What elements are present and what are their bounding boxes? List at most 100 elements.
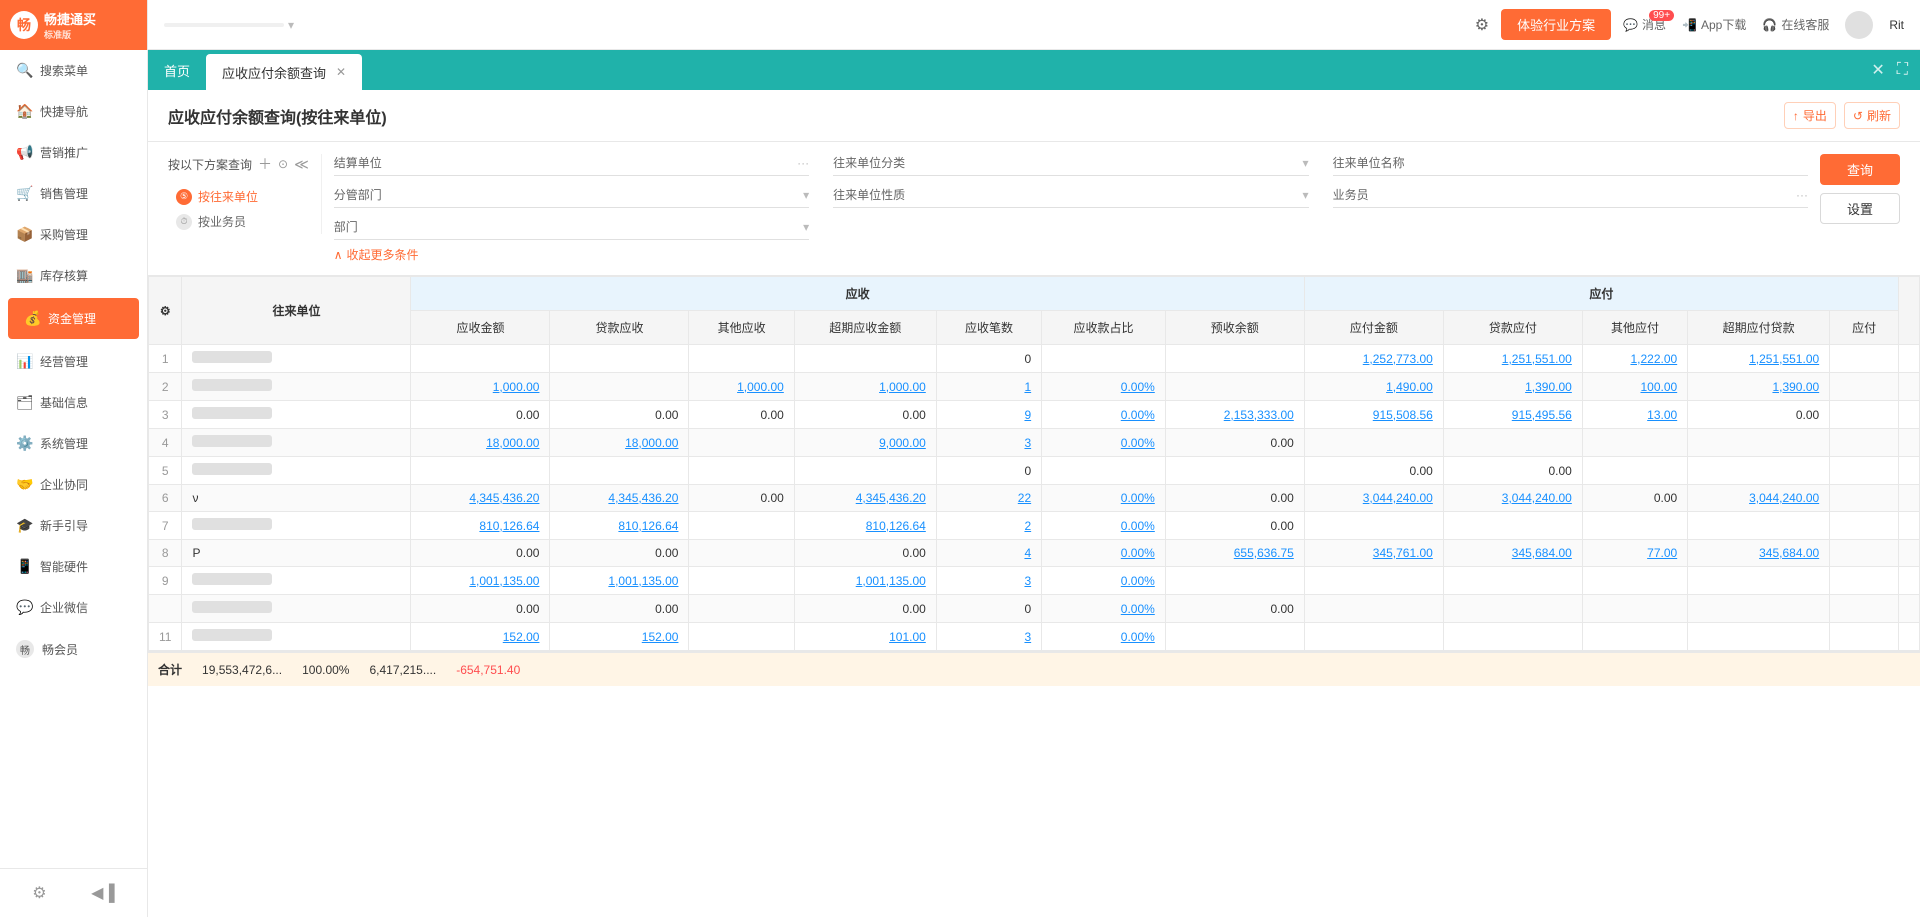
refresh-button[interactable]: ↺ 刷新 [1844,102,1900,129]
table-cell[interactable]: 100.00 [1582,373,1687,401]
table-row[interactable]: 101,252,773.001,251,551.001,222.001,251,… [149,345,1920,373]
table-cell[interactable]: 0.00% [1042,429,1166,457]
table-cell[interactable]: 9,000.00 [794,429,936,457]
industry-solution-button[interactable]: 体验行业方案 [1501,9,1611,40]
add-scheme-button[interactable]: ＋ [258,154,272,174]
filter-option-by-unit[interactable]: ⑤ 按往来单位 [168,184,309,209]
category-chevron-icon[interactable]: ▾ [1303,156,1309,170]
scheme-settings-icon[interactable]: ⊙ [278,157,288,171]
tab-balance[interactable]: 应收应付余额查询 ✕ [206,54,362,90]
sidebar-item-member[interactable]: 畅 畅会员 [0,628,147,670]
table-cell[interactable]: 3,044,240.00 [1443,485,1582,512]
tab-close-icon[interactable]: ✕ [336,65,346,79]
table-cell[interactable]: 4 [936,540,1041,567]
online-service-button[interactable]: 🎧 在线客服 [1762,16,1829,33]
tab-home[interactable]: 首页 [148,50,206,90]
sidebar-item-collab[interactable]: 🤝 企业协同 [0,464,147,505]
message-button[interactable]: 💬 消息 99+ [1623,16,1666,33]
table-cell[interactable]: 1,251,551.00 [1443,345,1582,373]
tab-expand-icon[interactable]: ⛶ [1897,61,1908,79]
sidebar-item-wechat[interactable]: 💬 企业微信 [0,587,147,628]
app-download-button[interactable]: 📲 App下载 [1682,16,1746,33]
table-cell[interactable]: 1,001,135.00 [794,567,936,595]
sidebar-item-system[interactable]: ⚙️ 系统管理 [0,423,147,464]
export-button[interactable]: ↑ 导出 [1784,102,1836,129]
table-cell[interactable]: 1,000.00 [689,373,794,401]
table-cell[interactable]: 0.00% [1042,540,1166,567]
table-cell[interactable]: 0.00% [1042,512,1166,540]
table-cell[interactable]: 152.00 [550,623,689,651]
table-cell[interactable]: 22 [936,485,1041,512]
tab-close-all-icon[interactable]: ✕ [1871,60,1884,80]
table-cell[interactable]: 1,390.00 [1443,373,1582,401]
table-cell[interactable]: 0.00% [1042,623,1166,651]
settings-gear-icon[interactable]: ⚙ [1475,15,1489,35]
table-cell[interactable]: 1,390.00 [1688,373,1830,401]
table-cell[interactable]: 915,495.56 [1443,401,1582,429]
username[interactable]: Rit [1889,18,1904,32]
table-cell[interactable]: 3 [936,623,1041,651]
table-row[interactable]: 30.000.000.000.0090.00%2,153,333.00915,5… [149,401,1920,429]
sidebar-settings-button[interactable]: ⚙ [28,879,50,907]
sidebar-item-finance[interactable]: 💰 资金管理 [8,298,139,339]
company-input[interactable] [390,156,789,170]
sidebar-item-marketing[interactable]: 📢 营销推广 [0,132,147,173]
table-cell[interactable]: 345,684.00 [1688,540,1830,567]
table-cell[interactable]: 655,636.75 [1165,540,1304,567]
table-cell[interactable]: 18,000.00 [411,429,550,457]
table-cell[interactable]: 2,153,333.00 [1165,401,1304,429]
table-cell[interactable]: 1,251,551.00 [1688,345,1830,373]
table-cell[interactable]: 3,044,240.00 [1304,485,1443,512]
table-row[interactable]: 7810,126.64810,126.64810,126.6420.00%0.0… [149,512,1920,540]
table-cell[interactable]: 13.00 [1582,401,1687,429]
table-cell[interactable]: 810,126.64 [794,512,936,540]
table-cell[interactable]: 2 [936,512,1041,540]
collapse-button[interactable]: ∧ 收起更多条件 [334,246,1808,263]
table-settings-icon[interactable]: ⚙ [160,304,171,318]
table-cell[interactable]: 152.00 [411,623,550,651]
user-avatar[interactable] [1845,11,1873,39]
unit-name-input[interactable] [1413,156,1808,170]
sidebar-item-sales[interactable]: 🛒 销售管理 [0,173,147,214]
filter-option-by-employee[interactable]: ⏱ 按业务员 [168,209,309,234]
table-row[interactable]: 6ν4,345,436.204,345,436.200.004,345,436.… [149,485,1920,512]
sidebar-item-search[interactable]: 🔍 搜索菜单 [0,50,147,91]
table-cell[interactable]: 1,222.00 [1582,345,1687,373]
table-row[interactable]: 0.000.000.0000.00%0.00 [149,595,1920,623]
department-chevron-icon[interactable]: ▾ [803,220,809,234]
table-row[interactable]: 418,000.0018,000.009,000.0030.00%0.00 [149,429,1920,457]
table-cell[interactable]: 810,126.64 [411,512,550,540]
table-cell[interactable]: 18,000.00 [550,429,689,457]
salesperson-dots-icon[interactable]: ··· [1796,188,1808,202]
table-cell[interactable]: 345,684.00 [1443,540,1582,567]
table-cell[interactable]: 4,345,436.20 [794,485,936,512]
sidebar-item-hardware[interactable]: 📱 智能硬件 [0,546,147,587]
table-cell[interactable]: 810,126.64 [550,512,689,540]
sidebar-item-operations[interactable]: 📊 经营管理 [0,341,147,382]
sidebar-item-guide[interactable]: 🎓 新手引导 [0,505,147,546]
company-dots-icon[interactable]: ··· [797,156,809,170]
table-cell[interactable]: 101.00 [794,623,936,651]
table-row[interactable]: 500.000.00 [149,457,1920,485]
table-cell[interactable]: 0.00% [1042,567,1166,595]
sidebar-item-quicknav[interactable]: 🏠 快捷导航 [0,91,147,132]
table-cell[interactable]: 1 [936,373,1041,401]
sidebar-item-basic[interactable]: 🗂 基础信息 [0,382,147,423]
table-cell[interactable]: 4,345,436.20 [550,485,689,512]
table-cell[interactable]: 0.00% [1042,485,1166,512]
table-cell[interactable]: 0.00% [1042,595,1166,623]
table-cell[interactable]: 345,761.00 [1304,540,1443,567]
dept-chevron-icon[interactable]: ▾ [803,188,809,202]
table-cell[interactable]: 4,345,436.20 [411,485,550,512]
settings-col-header[interactable]: ⚙ [149,277,182,345]
table-cell[interactable]: 1,000.00 [411,373,550,401]
table-cell[interactable]: 77.00 [1582,540,1687,567]
table-row[interactable]: 8P0.000.000.0040.00%655,636.75345,761.00… [149,540,1920,567]
table-cell[interactable]: 1,000.00 [794,373,936,401]
table-cell[interactable]: 1,252,773.00 [1304,345,1443,373]
sidebar-item-inventory[interactable]: 🏬 库存核算 [0,255,147,296]
table-cell[interactable]: 0.00% [1042,401,1166,429]
setting-button[interactable]: 设置 [1820,193,1900,224]
query-button[interactable]: 查询 [1820,154,1900,185]
table-row[interactable]: 91,001,135.001,001,135.001,001,135.0030.… [149,567,1920,595]
